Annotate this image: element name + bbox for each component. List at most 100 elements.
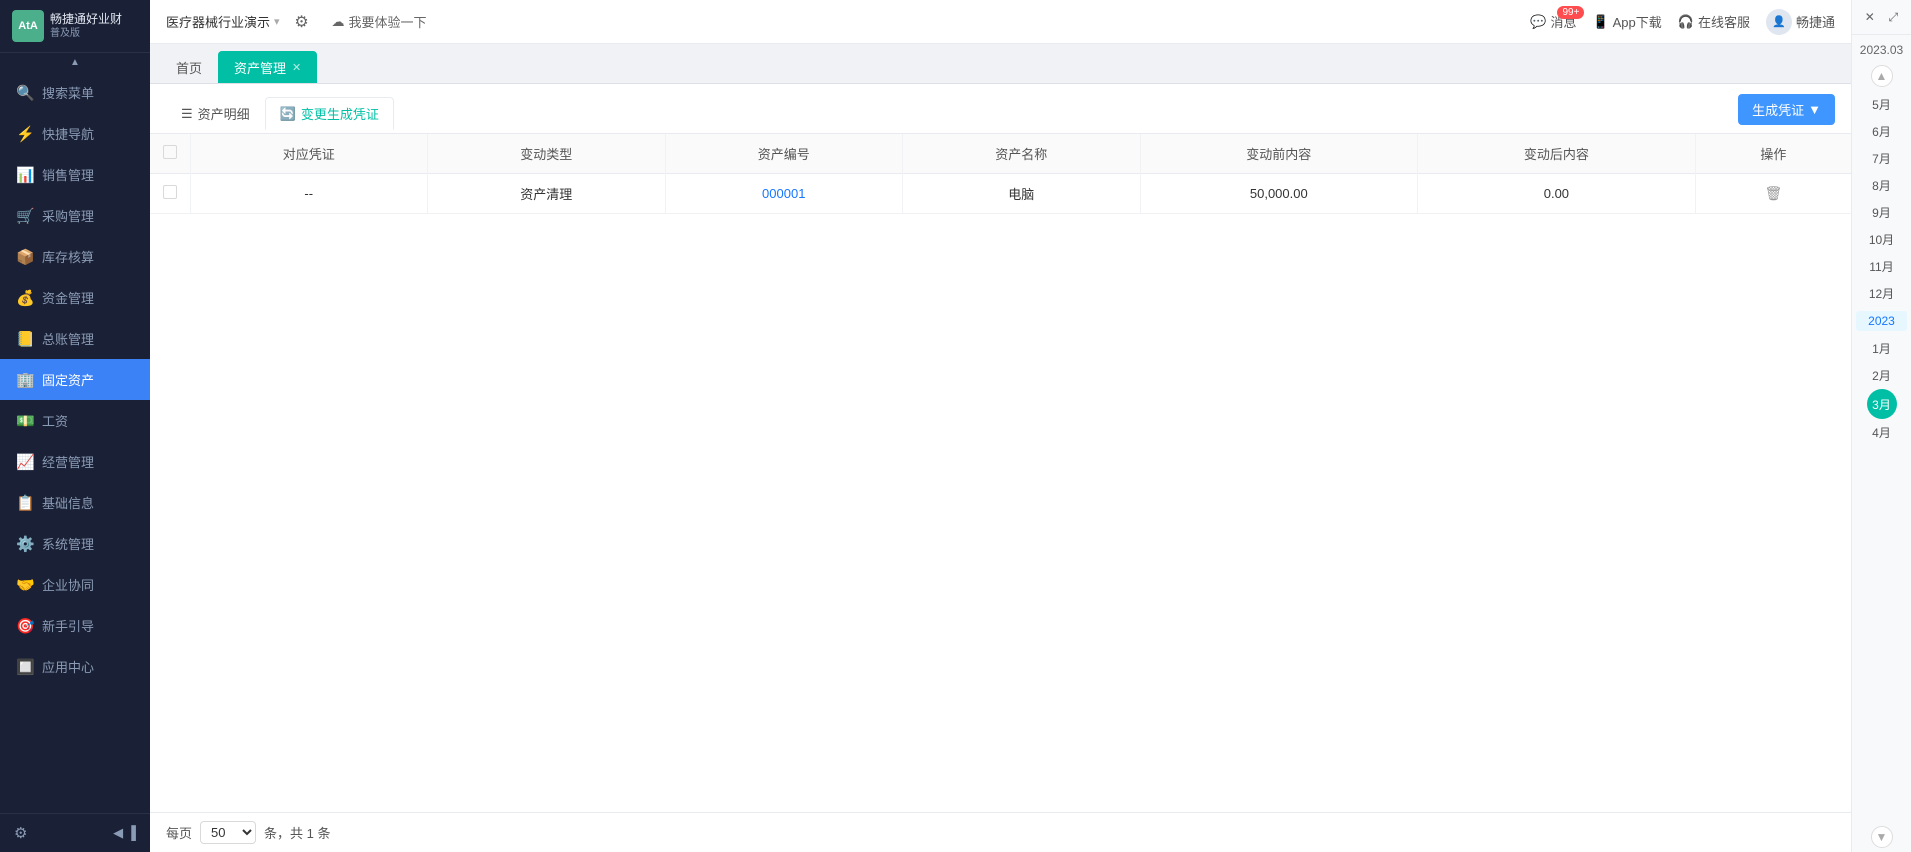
month-scroll-down-button[interactable]: ▼ — [1852, 822, 1911, 852]
sidebar-item-cooperation[interactable]: 🤝 企业协同 — [0, 564, 150, 605]
headset-icon: 🎧 — [1678, 14, 1694, 30]
sidebar-item-system[interactable]: ⚙️ 系统管理 — [0, 523, 150, 564]
sub-tab-asset-detail[interactable]: ☰ 资产明细 — [166, 97, 265, 130]
sidebar-item-label: 经营管理 — [42, 452, 94, 471]
sidebar-item-inventory[interactable]: 📦 库存核算 — [0, 236, 150, 277]
header-right: 💬 消息 99+ 📱 App下载 🎧 在线客服 👤 畅捷通 — [1530, 9, 1835, 35]
sidebar-scroll-up[interactable]: ▲ — [0, 53, 150, 72]
table-row: -- 资产清理 000001 电脑 50,000.00 0.00 🗑 — [150, 174, 1851, 214]
row-voucher-cell: -- — [190, 174, 428, 214]
sidebar-nav: 🔍 搜索菜单 ⚡ 快捷导航 📊 销售管理 🛒 采购管理 📦 库存核算 💰 资金管… — [0, 72, 150, 813]
page-size-prefix-label: 每页 — [166, 823, 192, 842]
operations-icon: 📈 — [16, 453, 34, 471]
tab-asset-management[interactable]: 资产管理 ✕ — [218, 51, 317, 83]
sidebar-item-label: 基础信息 — [42, 493, 94, 512]
sub-tabs: ☰ 资产明细 🔄 变更生成凭证 — [166, 97, 394, 130]
col-header-asset-name: 资产名称 — [903, 134, 1141, 174]
experience-button[interactable]: ☁ 我要体验一下 — [324, 8, 435, 35]
top-header: 医疗器械行业演示 ▾ ⚙ ☁ 我要体验一下 💬 消息 99+ 📱 App下载 — [150, 0, 1851, 44]
month-item-12[interactable]: 12月 — [1852, 280, 1911, 307]
app-download-button[interactable]: 📱 App下载 — [1592, 12, 1661, 31]
month-item-8[interactable]: 8月 — [1852, 172, 1911, 199]
guide-icon: 🎯 — [16, 617, 34, 635]
main-area: 医疗器械行业演示 ▾ ⚙ ☁ 我要体验一下 💬 消息 99+ 📱 App下载 — [150, 0, 1851, 852]
month-item-1[interactable]: 1月 — [1852, 335, 1911, 362]
sidebar-item-purchase[interactable]: 🛒 采购管理 — [0, 195, 150, 236]
sub-tab-bar: ☰ 资产明细 🔄 变更生成凭证 生成凭证 ▼ — [150, 84, 1851, 134]
notification-badge: 99+ — [1557, 6, 1584, 19]
logo-icon: AtA — [12, 10, 44, 42]
pagination-bar: 每页 20 50 100 条，共 1 条 — [150, 812, 1851, 852]
sidebar-item-search[interactable]: 🔍 搜索菜单 — [0, 72, 150, 113]
month-item-7[interactable]: 7月 — [1852, 145, 1911, 172]
sidebar-item-label: 新手引导 — [42, 616, 94, 635]
month-item-11[interactable]: 11月 — [1852, 253, 1911, 280]
month-item-4[interactable]: 4月 — [1852, 419, 1911, 446]
col-header-action: 操作 — [1695, 134, 1851, 174]
gear-icon: ⚙ — [294, 12, 308, 32]
tab-close-icon[interactable]: ✕ — [292, 61, 301, 74]
customer-service-button[interactable]: 🎧 在线客服 — [1678, 12, 1750, 31]
sub-tab-change-voucher[interactable]: 🔄 变更生成凭证 — [265, 97, 394, 130]
tab-home[interactable]: 首页 — [160, 51, 218, 83]
panel-close-button[interactable]: ✕ — [1860, 6, 1880, 28]
sidebar-item-label: 固定资产 — [42, 370, 94, 389]
company-selector[interactable]: 医疗器械行业演示 ▾ — [166, 12, 280, 31]
tab-bar: 首页 资产管理 ✕ — [150, 44, 1851, 84]
month-item-6[interactable]: 6月 — [1852, 118, 1911, 145]
generate-voucher-button[interactable]: 生成凭证 ▼ — [1738, 94, 1835, 125]
sidebar-item-operations[interactable]: 📈 经营管理 — [0, 441, 150, 482]
company-dropdown-arrow-icon: ▾ — [274, 15, 280, 28]
month-item-9[interactable]: 9月 — [1852, 199, 1911, 226]
sidebar-item-capital[interactable]: 💰 资金管理 — [0, 277, 150, 318]
panel-expand-button[interactable]: ⤢ — [1884, 6, 1904, 28]
sidebar-item-quick-nav[interactable]: ⚡ 快捷导航 — [0, 113, 150, 154]
sidebar-item-ledger[interactable]: 📒 总账管理 — [0, 318, 150, 359]
scroll-up-circle: ▲ — [1871, 65, 1893, 87]
row-action-cell: 🗑 — [1695, 174, 1851, 214]
sidebar-collapse-icon[interactable]: ◀ ▐ — [113, 825, 136, 841]
sidebar-item-sales[interactable]: 📊 销售管理 — [0, 154, 150, 195]
sidebar-footer: ⚙ ◀ ▐ — [0, 813, 150, 852]
sidebar-item-fixed-assets[interactable]: 🏢 固定资产 — [0, 359, 150, 400]
user-info[interactable]: 👤 畅捷通 — [1766, 9, 1835, 35]
row-after-change-cell: 0.00 — [1418, 174, 1696, 214]
settings-gear-icon[interactable]: ⚙ — [14, 824, 27, 842]
sidebar-item-guide[interactable]: 🎯 新手引导 — [0, 605, 150, 646]
year-marker-2023: 2023 — [1856, 311, 1907, 331]
sidebar-item-salary[interactable]: 💵 工资 — [0, 400, 150, 441]
notification-button[interactable]: 💬 消息 99+ — [1530, 12, 1576, 31]
sidebar-item-app-center[interactable]: 🔲 应用中心 — [0, 646, 150, 687]
handshake-icon: 🤝 — [16, 576, 34, 594]
col-header-before-change: 变动前内容 — [1140, 134, 1418, 174]
right-panel-header: ✕ ⤢ — [1852, 0, 1911, 35]
scroll-down-circle: ▼ — [1871, 826, 1893, 848]
sidebar-item-label: 库存核算 — [42, 247, 94, 266]
sidebar-item-basic-info[interactable]: 📋 基础信息 — [0, 482, 150, 523]
search-icon: 🔍 — [16, 84, 34, 102]
data-table: 对应凭证 变动类型 资产编号 资产名称 变动前内容 变动后内容 操作 — [150, 134, 1851, 214]
header-settings-button[interactable]: ⚙ — [288, 8, 316, 36]
right-panel: ✕ ⤢ 2023.03 ▲ 5月 6月 7月 8月 9月 10月 11月 12月… — [1851, 0, 1911, 852]
logo-name: 畅捷通好业财 — [50, 12, 122, 28]
month-item-10[interactable]: 10月 — [1852, 226, 1911, 253]
sidebar-item-label: 资金管理 — [42, 288, 94, 307]
notification-icon: 💬 — [1530, 14, 1546, 30]
month-item-5[interactable]: 5月 — [1852, 91, 1911, 118]
month-scroll-up-button[interactable]: ▲ — [1852, 61, 1911, 91]
cloud-icon: ☁ — [332, 14, 345, 30]
content-area: ☰ 资产明细 🔄 变更生成凭证 生成凭证 ▼ — [150, 84, 1851, 852]
customer-service-label: 在线客服 — [1698, 12, 1750, 31]
col-header-voucher: 对应凭证 — [190, 134, 428, 174]
page-size-select[interactable]: 20 50 100 — [200, 821, 256, 844]
sub-tab-detail-label: 资产明细 — [198, 104, 250, 123]
change-icon: 🔄 — [280, 106, 296, 122]
select-all-checkbox[interactable] — [163, 145, 177, 159]
row-asset-code-cell: 000001 — [665, 174, 903, 214]
month-item-3-active[interactable]: 3月 — [1867, 389, 1897, 419]
row-checkbox[interactable] — [163, 185, 177, 199]
sidebar-item-label: 采购管理 — [42, 206, 94, 225]
building-icon: 🏢 — [16, 371, 34, 389]
delete-row-button[interactable]: 🗑 — [1764, 185, 1782, 202]
month-item-2[interactable]: 2月 — [1852, 362, 1911, 389]
